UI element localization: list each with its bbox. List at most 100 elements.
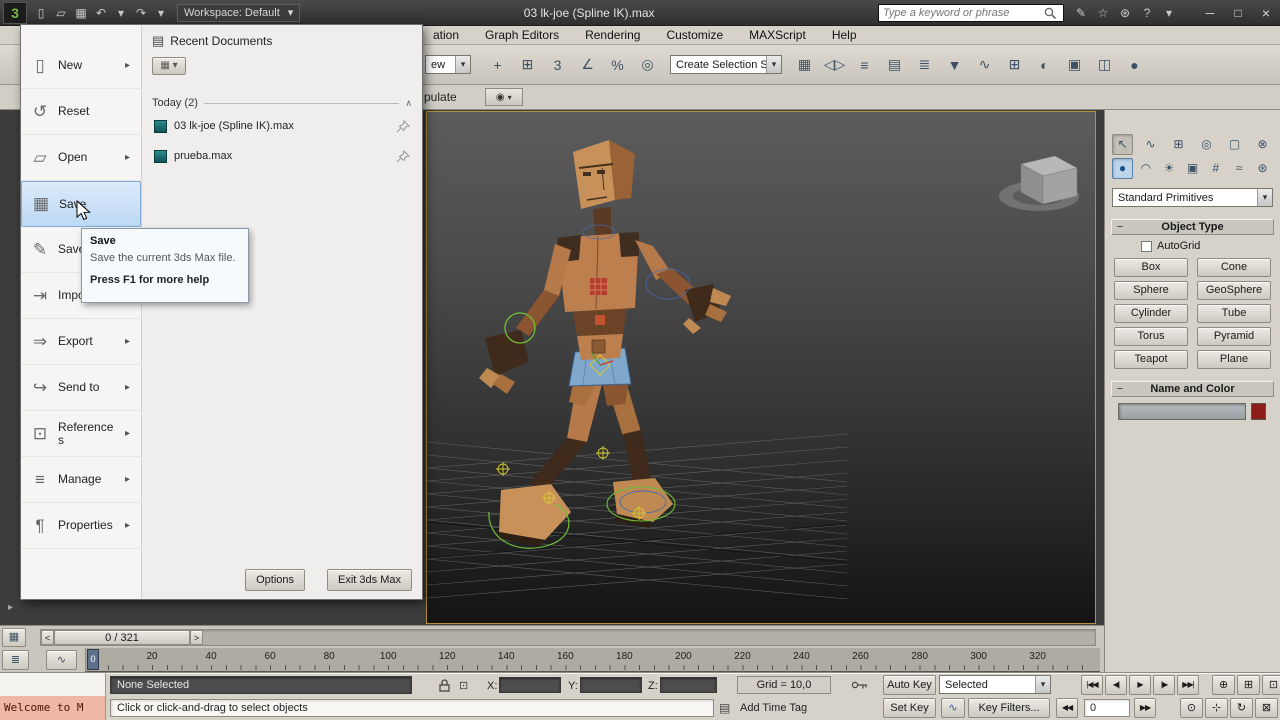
systems-category[interactable]: ⊛ <box>1252 158 1273 179</box>
communicate-icon[interactable]: ✎ <box>1070 6 1092 20</box>
ribbon-tab-manipulate[interactable]: pulate <box>424 90 457 104</box>
recent-file-item[interactable]: 03 lk-joe (Spline IK).max <box>152 113 412 139</box>
menubar-item[interactable]: Customize <box>653 28 736 42</box>
object-type-button[interactable]: Plane <box>1197 350 1271 369</box>
file-menu-item-open[interactable]: ▱ Open ▸ <box>21 135 141 181</box>
align-icon[interactable]: ≡ <box>851 51 878 78</box>
settings-icon[interactable]: ⊛ <box>1114 6 1136 20</box>
maximize-button[interactable]: □ <box>1224 3 1252 23</box>
undo-dropdown-icon[interactable]: ▾ <box>111 6 131 20</box>
zoom-all-icon[interactable]: ⊞ <box>1237 675 1260 695</box>
previous-frame-arrow[interactable]: < <box>41 630 54 645</box>
geometry-category[interactable]: ● <box>1112 157 1133 179</box>
absolute-offset-toggle-icon[interactable]: ⊡ <box>459 679 468 692</box>
edit-named-selections-icon[interactable]: ▦ <box>791 51 818 78</box>
selection-window-icon[interactable]: ▦ <box>2 628 26 647</box>
x-coordinate-field[interactable] <box>499 677 561 693</box>
play-animation-button[interactable]: ▶ <box>1129 675 1151 695</box>
previous-frame-button[interactable]: ◀| <box>1105 675 1127 695</box>
exit-button[interactable]: Exit 3ds Max <box>327 569 412 591</box>
frame-ruler[interactable]: 20 40 60 80 100 120 140 160 180 200 220 240 260 280 30… <box>85 648 1100 672</box>
percent-snap-icon[interactable]: % <box>604 51 631 78</box>
workspace-combo[interactable]: Workspace: Default ▾ <box>177 3 301 22</box>
curve-editor-icon[interactable]: ∿ <box>971 51 998 78</box>
track-bar-filter-icon[interactable]: ≣ <box>2 650 29 670</box>
auto-key-button[interactable]: Auto Key <box>883 675 936 695</box>
zoom-icon[interactable]: ⊕ <box>1212 675 1235 695</box>
time-slider-handle[interactable]: < 0 / 321 > <box>41 630 203 645</box>
lights-category[interactable]: ☀ <box>1159 158 1180 179</box>
key-filters-button[interactable]: Key Filters... <box>968 698 1050 718</box>
object-type-button[interactable]: GeoSphere <box>1197 281 1271 300</box>
open-file-icon[interactable]: ▱ <box>51 6 71 20</box>
help-dropdown-icon[interactable]: ▾ <box>1158 6 1180 20</box>
primitives-category-combo[interactable]: Standard Primitives ▾ <box>1112 188 1273 207</box>
time-tag-icon[interactable]: ▤ <box>719 701 730 715</box>
object-type-button[interactable]: Cylinder <box>1114 304 1188 323</box>
object-type-button[interactable]: Sphere <box>1114 281 1188 300</box>
file-menu-item-references[interactable]: ⊡ Reference s ▸ <box>21 411 141 457</box>
hierarchy-tab[interactable]: ⊞ <box>1168 134 1189 155</box>
help-icon[interactable]: ? <box>1136 6 1158 20</box>
save-file-icon[interactable]: ▦ <box>71 6 91 20</box>
named-selection-set-combo[interactable]: Create Selection Se ▾ <box>670 55 782 74</box>
time-slider-track[interactable]: < 0 / 321 > <box>40 629 1096 646</box>
go-to-start-button[interactable]: |◀◀ <box>1081 675 1103 695</box>
previous-key-button[interactable]: ◀◀ <box>1056 698 1078 718</box>
new-file-icon[interactable]: ▯ <box>31 6 51 20</box>
pan-view-icon[interactable]: ⊹ <box>1205 698 1228 718</box>
ribbon-toggle-icon[interactable]: ▼ <box>941 51 968 78</box>
mirror-icon[interactable]: ◁▷ <box>821 51 848 78</box>
favorites-star-icon[interactable]: ☆ <box>1092 6 1114 20</box>
selection-lock-icon[interactable] <box>437 678 452 693</box>
add-time-tag-label[interactable]: Add Time Tag <box>740 702 807 714</box>
menubar-item[interactable]: ation <box>420 28 472 42</box>
key-selection-combo[interactable]: Selected ▾ <box>939 675 1051 694</box>
flyout-arrow-icon[interactable]: ▸ <box>8 602 13 613</box>
recent-file-item[interactable]: prueba.max <box>152 143 412 169</box>
redo-dropdown-icon[interactable]: ▾ <box>151 6 171 20</box>
menubar-item[interactable]: Graph Editors <box>472 28 572 42</box>
display-tab[interactable]: ▢ <box>1224 134 1245 155</box>
file-menu-item-properties[interactable]: ¶ Properties ▸ <box>21 503 141 549</box>
search-icon[interactable] <box>1043 6 1057 20</box>
ribbon-visibility-dropdown[interactable]: ◉ ▾ <box>484 88 523 106</box>
space-warps-category[interactable]: ≈ <box>1229 158 1250 179</box>
menubar-item[interactable]: Rendering <box>572 28 653 42</box>
file-menu-item-reset[interactable]: ↺ Reset <box>21 89 141 135</box>
file-menu-item-manage[interactable]: ≡ Manage ▸ <box>21 457 141 503</box>
angle-snap-icon[interactable]: ∠ <box>574 51 601 78</box>
name-and-color-rollout[interactable]: − Name and Color <box>1111 381 1274 397</box>
close-button[interactable]: × <box>1252 3 1280 23</box>
file-menu-item-new[interactable]: ▯ New ▸ <box>21 43 141 89</box>
key-shortcut-icon[interactable] <box>851 678 869 692</box>
minimize-button[interactable]: ─ <box>1196 3 1224 23</box>
schematic-view-icon[interactable]: ⊞ <box>1001 51 1028 78</box>
search-input[interactable] <box>879 6 1043 19</box>
zoom-extents-icon[interactable]: ⊡ <box>1262 675 1280 695</box>
modify-tab[interactable]: ∿ <box>1140 134 1161 155</box>
next-frame-arrow[interactable]: > <box>190 630 203 645</box>
select-and-manipulate-icon[interactable]: + <box>484 51 511 78</box>
spinner-snap-icon[interactable]: ◎ <box>634 51 661 78</box>
object-type-rollout[interactable]: − Object Type <box>1111 219 1274 235</box>
object-type-button[interactable]: Cone <box>1197 258 1271 277</box>
object-type-button[interactable]: Box <box>1114 258 1188 277</box>
scene-explorer-icon[interactable]: ≣ <box>911 51 938 78</box>
recent-list-view-button[interactable]: ▦ ▾ <box>152 57 186 75</box>
menubar-item[interactable]: MAXScript <box>736 28 819 42</box>
orbit-icon[interactable]: ↻ <box>1230 698 1253 718</box>
object-color-swatch[interactable] <box>1251 403 1266 420</box>
object-type-button[interactable]: Teapot <box>1114 350 1188 369</box>
menubar-item[interactable]: Help <box>819 28 870 42</box>
snaps-toggle-icon[interactable]: 3 <box>544 51 571 78</box>
next-key-button[interactable]: ▶▶ <box>1134 698 1156 718</box>
object-type-button[interactable]: Torus <box>1114 327 1188 346</box>
shapes-category[interactable]: ◠ <box>1135 158 1156 179</box>
render-production-icon[interactable]: ● <box>1121 51 1148 78</box>
file-menu-item-export[interactable]: ⇒ Export ▸ <box>21 319 141 365</box>
next-frame-button[interactable]: |▶ <box>1153 675 1175 695</box>
keyboard-override-icon[interactable]: ⊞ <box>514 51 541 78</box>
current-frame-handle[interactable]: 0 <box>87 649 99 670</box>
material-editor-icon[interactable]: ◐ <box>1031 51 1058 78</box>
